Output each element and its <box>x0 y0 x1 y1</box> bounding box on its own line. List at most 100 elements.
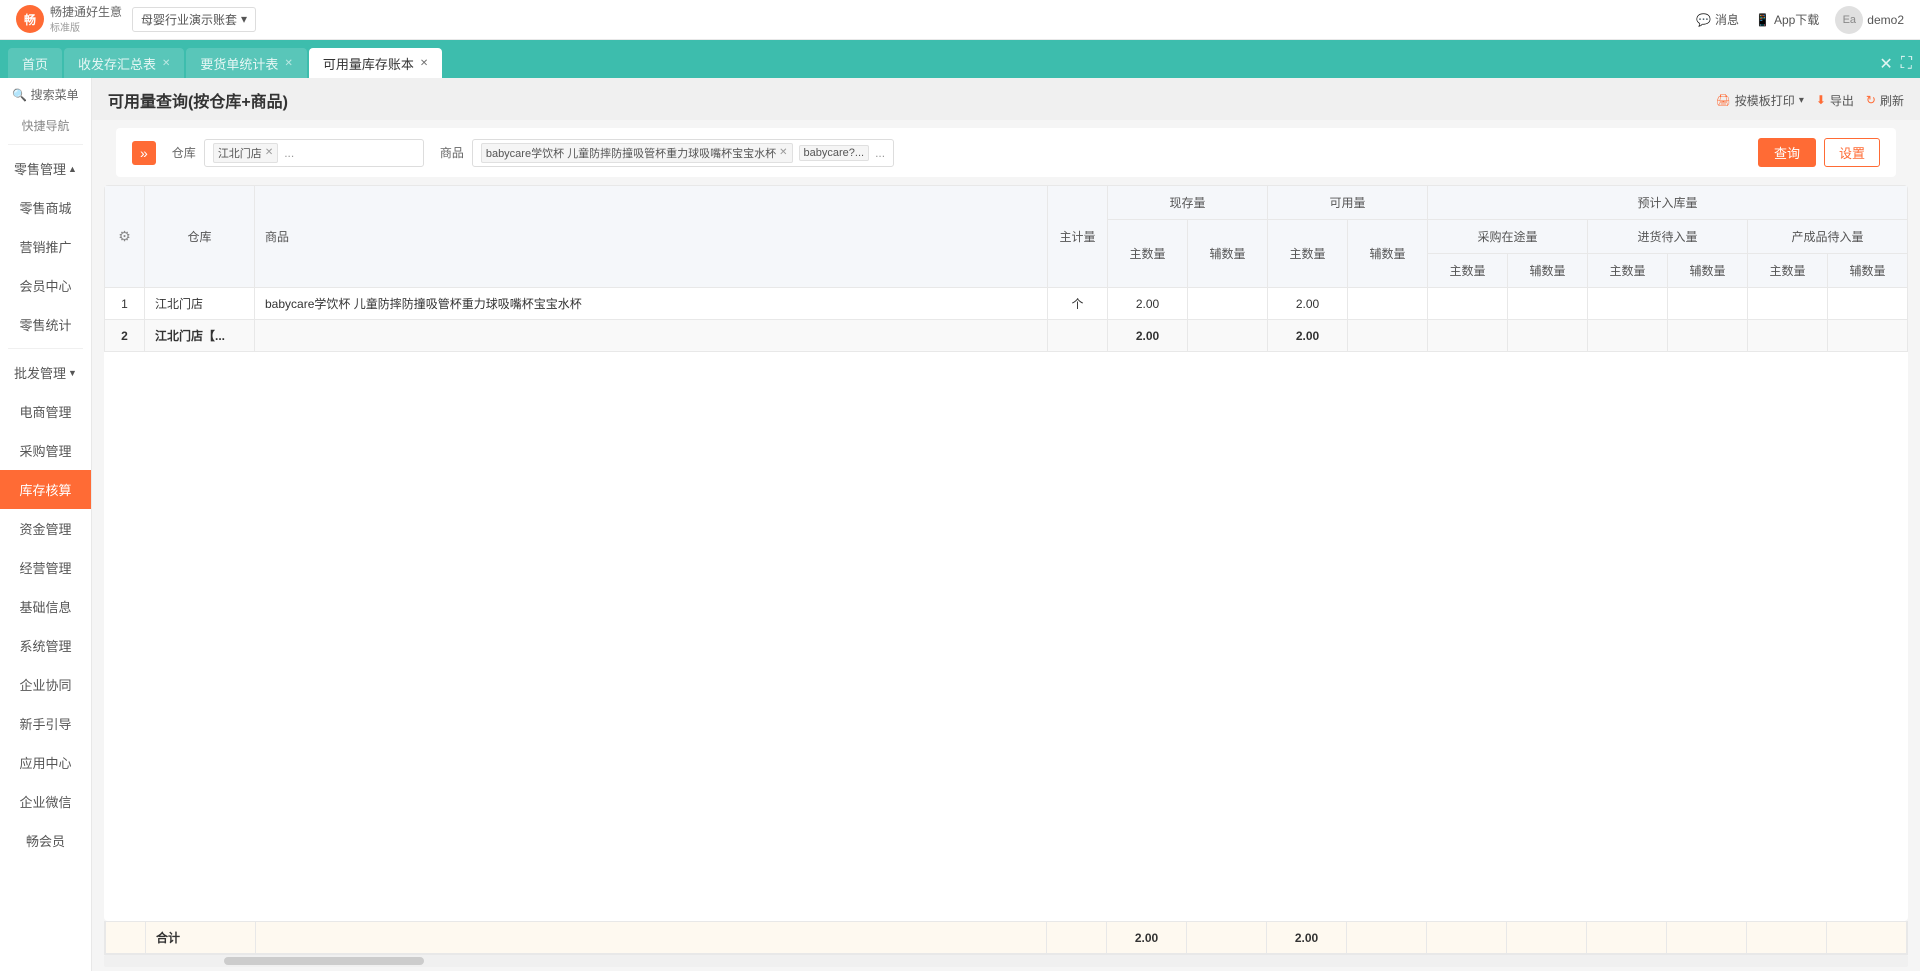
template-print-label: 按模板打印 <box>1735 92 1795 109</box>
cell-purchase-pending-aux <box>1668 320 1748 352</box>
th-forecast-in: 预计入库量 <box>1428 186 1908 220</box>
horizontal-scroll-bar[interactable] <box>104 955 1908 967</box>
sidebar-item-corp-wechat-label: 企业微信 <box>19 795 71 810</box>
arrow-icon-2: ▼ <box>68 368 77 378</box>
warehouse-input[interactable]: 江北门店 ✕ ... <box>204 139 424 167</box>
cell-stock-aux <box>1188 288 1268 320</box>
tab-available-inventory-close[interactable]: ✕ <box>420 58 428 69</box>
brand-info: 畅捷通好生意 标准版 <box>50 5 122 34</box>
sidebar-item-marketing[interactable]: 营销推广 <box>0 227 91 266</box>
th-main-unit: 主计量 <box>1048 186 1108 288</box>
sidebar-divider-2 <box>8 348 83 349</box>
tab-expand-btn[interactable]: ⛶ <box>1901 55 1912 73</box>
page-header: 可用量查询(按仓库+商品) 🖨 按模板打印 ▾ ⬇ 导出 ↻ 刷新 <box>92 78 1920 120</box>
cell-purchase-transit-main <box>1428 320 1508 352</box>
product-tag-2: babycare?... <box>799 145 870 161</box>
cell-product: babycare学饮杯 儿童防摔防撞吸管杯重力球吸嘴杯宝宝水杯 <box>255 288 1048 320</box>
tab-home[interactable]: 首页 <box>8 48 62 78</box>
cell-stock-main: 2.00 <box>1108 320 1188 352</box>
message-action[interactable]: 💬 消息 <box>1696 11 1739 28</box>
sidebar-item-inventory-check[interactable]: 库存核算 <box>0 470 91 509</box>
table-body: 1 江北门店 babycare学饮杯 儿童防摔防撞吸管杯重力球吸嘴杯宝宝水杯 个… <box>105 288 1908 352</box>
sidebar-item-retail-stats[interactable]: 零售统计 <box>0 305 91 344</box>
warehouse-tag-close[interactable]: ✕ <box>265 147 273 158</box>
sidebar-item-wholesale-mgmt[interactable]: 批发管理 ▼ <box>0 353 91 392</box>
sidebar-item-purchase-mgmt-label: 采购管理 <box>19 444 71 459</box>
app-download-action[interactable]: 📱 App下载 <box>1755 11 1819 28</box>
filter-toggle-btn[interactable]: » <box>132 141 156 165</box>
cell-avail-aux <box>1348 320 1428 352</box>
user-action[interactable]: Ea demo2 <box>1835 6 1904 34</box>
sidebar-item-vip-member[interactable]: 畅会员 <box>0 821 91 860</box>
footer-stock-main: 2.00 <box>1107 922 1187 954</box>
quick-nav-label: 快捷导航 <box>21 119 69 133</box>
sidebar-item-corp-wechat[interactable]: 企业微信 <box>0 782 91 821</box>
sidebar-item-new-guide-label: 新手引导 <box>19 717 71 732</box>
filter-wrapper: » 仓库 江北门店 ✕ ... 商品 babycare <box>92 120 1920 185</box>
brand-name: 畅捷通好生意 <box>50 5 122 19</box>
tenant-select[interactable]: 母婴行业演示账套 ▾ <box>132 7 256 32</box>
th-current-stock: 现存量 <box>1108 186 1268 220</box>
sidebar-item-ecommerce-mgmt[interactable]: 电商管理 <box>0 392 91 431</box>
sidebar-item-ecommerce-mgmt-label: 电商管理 <box>19 405 71 420</box>
sidebar-item-purchase-mgmt[interactable]: 采购管理 <box>0 431 91 470</box>
sidebar-item-app-center-label: 应用中心 <box>19 756 71 771</box>
product-tag-1-value: babycare学饮杯 儿童防摔防撞吸管杯重力球吸嘴杯宝宝水杯 <box>486 145 776 161</box>
cell-stock-main: 2.00 <box>1108 288 1188 320</box>
sidebar-item-new-guide[interactable]: 新手引导 <box>0 704 91 743</box>
setting-button[interactable]: 设置 <box>1824 138 1880 167</box>
print-icon: 🖨 <box>1716 93 1731 107</box>
app-download-label: App下载 <box>1774 11 1819 28</box>
th-product-pending-aux: 辅数量 <box>1828 254 1908 288</box>
tab-available-inventory[interactable]: 可用量库存账本 ✕ <box>309 48 442 78</box>
tab-order-summary-close[interactable]: ✕ <box>284 58 292 69</box>
main-layout: 🔍 搜索菜单 快捷导航 零售管理 ▲ 零售商城 营销推广 会员中心 零售统计 批… <box>0 78 1920 971</box>
sidebar-item-zero-sales-mall-label: 零售商城 <box>19 201 71 216</box>
cell-seq: 2 <box>105 320 145 352</box>
settings-icon[interactable]: ⚙ <box>118 228 131 244</box>
cell-product-pending-main <box>1748 288 1828 320</box>
sidebar-item-finance-mgmt[interactable]: 资金管理 <box>0 509 91 548</box>
cell-unit <box>1048 320 1108 352</box>
tab-receive-summary-close[interactable]: ✕ <box>162 58 170 69</box>
sidebar-item-zero-sales-mgmt[interactable]: 零售管理 ▲ <box>0 149 91 188</box>
sidebar-item-basic-info[interactable]: 基础信息 <box>0 587 91 626</box>
warehouse-tag: 江北门店 ✕ <box>213 143 278 163</box>
refresh-btn[interactable]: ↻ 刷新 <box>1866 92 1904 109</box>
tab-receive-summary-label: 收发存汇总表 <box>78 54 156 73</box>
th-avail-main: 主数量 <box>1268 220 1348 288</box>
sidebar-item-finance-mgmt-label: 资金管理 <box>19 522 71 537</box>
product-label: 商品 <box>440 144 464 161</box>
th-avail-aux: 辅数量 <box>1348 220 1428 288</box>
sidebar-item-zero-sales-mall[interactable]: 零售商城 <box>0 188 91 227</box>
tab-close-btn[interactable]: ✕ <box>1879 54 1892 74</box>
tab-receive-summary[interactable]: 收发存汇总表 ✕ <box>64 48 184 78</box>
sidebar-item-ops-mgmt[interactable]: 经营管理 <box>0 548 91 587</box>
template-print-btn[interactable]: 🖨 按模板打印 ▾ <box>1716 92 1804 109</box>
sidebar-quick-nav[interactable]: 快捷导航 <box>0 111 91 140</box>
product-tag-1-close[interactable]: ✕ <box>779 147 787 158</box>
sidebar-item-sys-mgmt[interactable]: 系统管理 <box>0 626 91 665</box>
sidebar-item-member-center-label: 会员中心 <box>19 279 71 294</box>
product-filter-group: 商品 babycare学饮杯 儿童防摔防撞吸管杯重力球吸嘴杯宝宝水杯 ✕ bab… <box>440 139 894 167</box>
sidebar-search[interactable]: 🔍 搜索菜单 <box>0 78 91 111</box>
th-settings[interactable]: ⚙ <box>105 186 145 288</box>
top-bar-right: 💬 消息 📱 App下载 Ea demo2 <box>1696 6 1904 34</box>
export-btn[interactable]: ⬇ 导出 <box>1816 92 1854 109</box>
sidebar-item-corp-collab[interactable]: 企业协同 <box>0 665 91 704</box>
query-button[interactable]: 查询 <box>1758 138 1816 167</box>
cell-purchase-pending-aux <box>1668 288 1748 320</box>
product-input[interactable]: babycare学饮杯 儿童防摔防撞吸管杯重力球吸嘴杯宝宝水杯 ✕ babyca… <box>472 139 894 167</box>
page-title: 可用量查询(按仓库+商品) <box>108 88 288 112</box>
tab-bar: 首页 收发存汇总表 ✕ 要货单统计表 ✕ 可用量库存账本 ✕ ✕ ⛶ <box>0 40 1920 78</box>
sidebar-item-corp-collab-label: 企业协同 <box>19 678 71 693</box>
arrow-icon: ▲ <box>68 164 77 174</box>
sidebar-item-ops-mgmt-label: 经营管理 <box>19 561 71 576</box>
th-stock-aux: 辅数量 <box>1188 220 1268 288</box>
cell-warehouse: 江北门店【... <box>145 320 255 352</box>
sidebar-item-member-center[interactable]: 会员中心 <box>0 266 91 305</box>
warehouse-ellipsis: ... <box>284 146 294 160</box>
scroll-thumb[interactable] <box>224 957 424 965</box>
sidebar-item-app-center[interactable]: 应用中心 <box>0 743 91 782</box>
tab-order-summary[interactable]: 要货单统计表 ✕ <box>186 48 306 78</box>
